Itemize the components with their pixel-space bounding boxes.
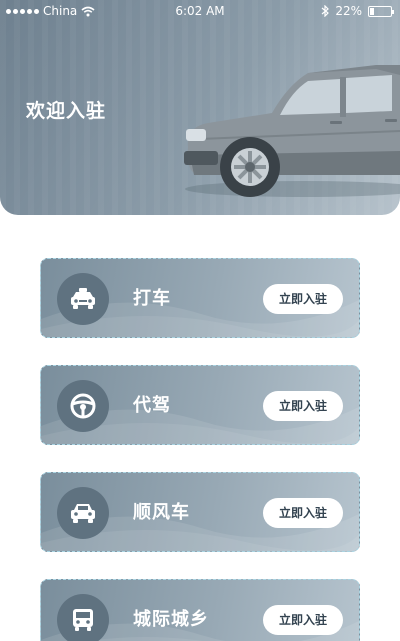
service-icon-circle	[57, 487, 109, 539]
status-bar: China 6:02 AM 22%	[0, 0, 400, 22]
car-icon	[69, 501, 97, 525]
service-icon-circle	[57, 594, 109, 641]
bluetooth-icon	[321, 5, 330, 17]
welcome-title: 欢迎入驻	[26, 100, 107, 122]
car-illustration	[184, 65, 400, 197]
status-right: 22%	[321, 4, 394, 18]
battery-percent: 22%	[335, 4, 362, 18]
bus-icon	[70, 607, 96, 633]
service-icon-circle	[57, 273, 109, 325]
join-now-button[interactable]: 立即入驻	[263, 605, 343, 635]
join-now-button[interactable]: 立即入驻	[263, 284, 343, 314]
header-banner: China 6:02 AM 22% 欢迎入驻	[0, 0, 400, 215]
service-card-4[interactable]: 城际城乡 立即入驻	[40, 579, 360, 641]
taxi-icon	[69, 287, 97, 311]
battery-level	[370, 7, 375, 15]
service-card-1[interactable]: 打车 立即入驻	[40, 258, 360, 338]
join-now-button[interactable]: 立即入驻	[263, 498, 343, 528]
service-title: 城际城乡	[133, 609, 209, 630]
join-now-button[interactable]: 立即入驻	[263, 391, 343, 421]
service-icon-circle	[57, 380, 109, 432]
service-title: 打车	[133, 288, 171, 309]
steering-wheel-icon	[69, 392, 97, 420]
service-title: 代驾	[133, 395, 171, 416]
service-title: 顺风车	[133, 502, 190, 523]
service-card-2[interactable]: 代驾 立即入驻	[40, 365, 360, 445]
battery-icon	[368, 5, 394, 17]
service-card-3[interactable]: 顺风车 立即入驻	[40, 472, 360, 552]
